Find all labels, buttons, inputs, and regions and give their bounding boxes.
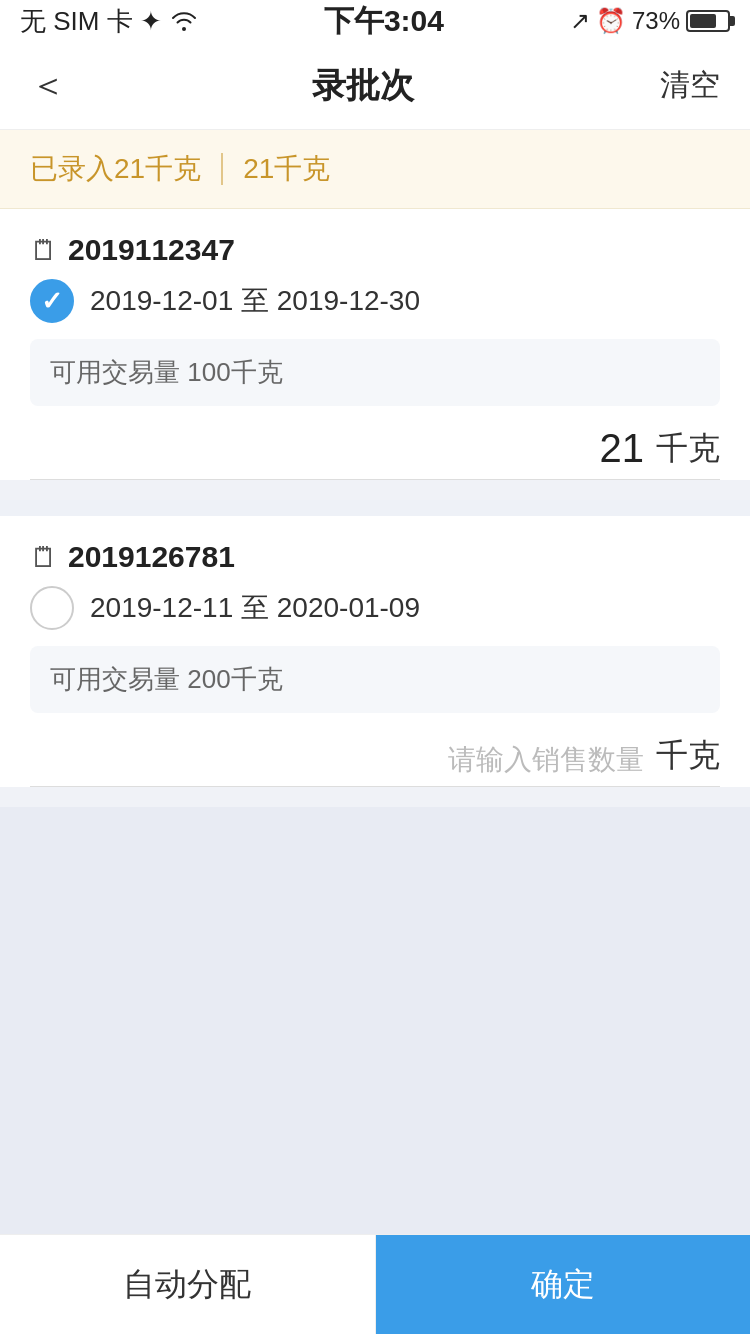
confirm-button[interactable]: 确定 — [376, 1235, 751, 1334]
page-title: 录批次 — [312, 63, 414, 109]
quantity-unit-1: 千克 — [656, 427, 720, 471]
batch-date-row-1: 2019-12-01 至 2019-12-30 — [30, 279, 720, 323]
batch-header-2: 🗒 2019126781 — [30, 540, 720, 574]
recorded-amount-label: 已录入21千克 — [30, 150, 201, 188]
batch-id-1: 2019112347 — [68, 233, 235, 267]
alarm-icon: ⏰ — [596, 7, 626, 35]
quantity-row-2: 千克 — [0, 713, 750, 778]
section-separator — [0, 500, 750, 516]
batch-item-2: 🗒 2019126781 2019-12-11 至 2020-01-09 可用交… — [0, 516, 750, 713]
nav-bar: ＜ 录批次 清空 — [0, 42, 750, 130]
quantity-underline-2 — [30, 786, 720, 787]
status-time: 下午3:04 — [324, 1, 444, 42]
quantity-input-1[interactable] — [444, 426, 644, 471]
battery-percent: 73% — [632, 7, 680, 35]
status-right: ↗ ⏰ 73% — [570, 7, 730, 35]
amount-label: 21千克 — [243, 150, 330, 188]
quantity-input-2[interactable] — [444, 733, 644, 778]
batch-id-2: 2019126781 — [68, 540, 235, 574]
batch-date-2: 2019-12-11 至 2020-01-09 — [90, 589, 420, 627]
bottom-bar: 自动分配 确定 — [0, 1234, 750, 1334]
battery-fill — [690, 14, 716, 28]
batch-available-2: 可用交易量 200千克 — [30, 646, 720, 713]
quantity-row-1: 千克 — [0, 406, 750, 471]
batch-date-1: 2019-12-01 至 2019-12-30 — [90, 282, 420, 320]
batch-doc-icon-2: 🗒 — [30, 541, 58, 574]
batch-date-row-2: 2019-12-11 至 2020-01-09 — [30, 586, 720, 630]
status-bar: 无 SIM 卡 ✦ 下午3:04 ↗ ⏰ 73% — [0, 0, 750, 42]
battery-icon — [686, 10, 730, 32]
banner-divider — [221, 153, 223, 185]
quantity-underline-1 — [30, 479, 720, 480]
auto-distribute-button[interactable]: 自动分配 — [0, 1235, 376, 1334]
batch-radio-1[interactable] — [30, 279, 74, 323]
location-icon: ↗ — [570, 7, 590, 35]
sim-status: 无 SIM 卡 ✦ — [20, 4, 162, 39]
batch-item-1: 🗒 2019112347 2019-12-01 至 2019-12-30 可用交… — [0, 209, 750, 406]
back-button[interactable]: ＜ — [30, 61, 66, 110]
batch-radio-2[interactable] — [30, 586, 74, 630]
wifi-icon — [170, 10, 198, 32]
empty-area — [0, 807, 750, 1287]
batch-available-1: 可用交易量 100千克 — [30, 339, 720, 406]
batch-section-1: 🗒 2019112347 2019-12-01 至 2019-12-30 可用交… — [0, 209, 750, 480]
batch-section-2: 🗒 2019126781 2019-12-11 至 2020-01-09 可用交… — [0, 516, 750, 787]
batch-header-1: 🗒 2019112347 — [30, 233, 720, 267]
clear-button[interactable]: 清空 — [660, 65, 720, 106]
info-banner: 已录入21千克 21千克 — [0, 130, 750, 209]
status-left: 无 SIM 卡 ✦ — [20, 4, 198, 39]
batch-doc-icon-1: 🗒 — [30, 234, 58, 267]
quantity-unit-2: 千克 — [656, 734, 720, 778]
